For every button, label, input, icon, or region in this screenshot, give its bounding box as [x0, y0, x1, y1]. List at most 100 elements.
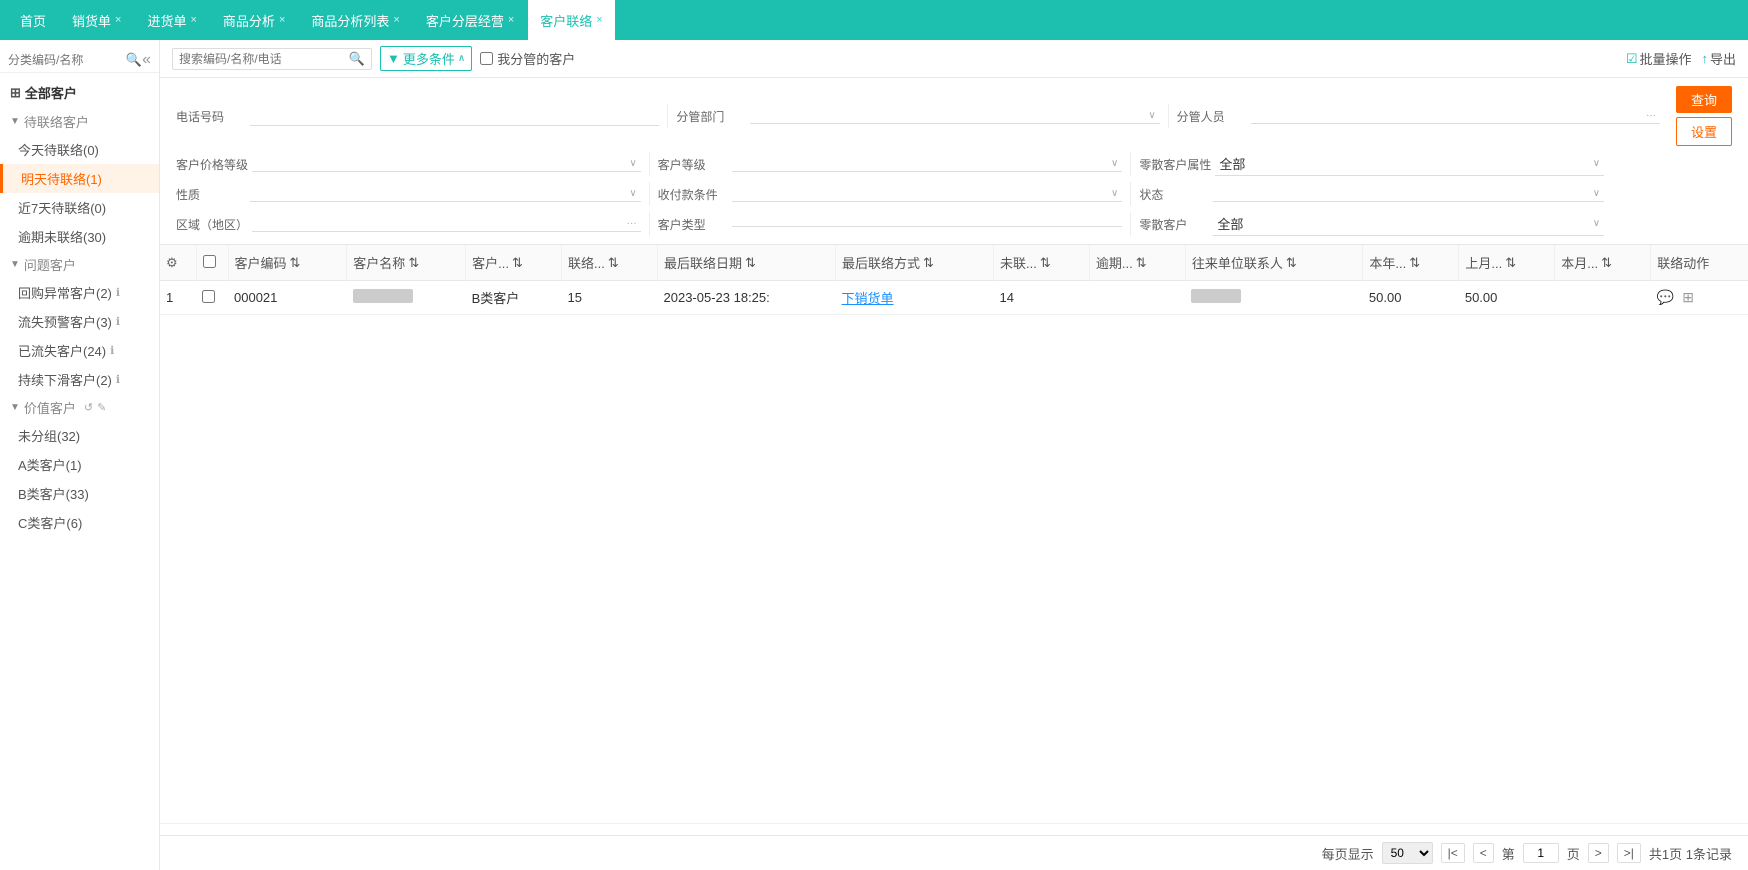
gear-icon[interactable]: ⚙ [166, 255, 178, 270]
next-page-button[interactable]: > [1588, 843, 1609, 863]
search-icon[interactable]: 🔍 [349, 51, 365, 67]
sort-contact-person[interactable]: 往来单位联系人 ⇅ [1192, 253, 1297, 272]
sidebar-group-pending[interactable]: ▼ 待联络客户 [0, 108, 159, 135]
sidebar-item-b-class[interactable]: B类客户(33) [0, 479, 159, 508]
scatter-customer-select[interactable]: 全部 ∨ [1213, 212, 1604, 236]
sidebar-all-customers[interactable]: ⊞ 全部客户 [0, 77, 159, 108]
sort-contact[interactable]: 联络... ⇅ [568, 253, 619, 272]
sort-icon: ⇅ [1601, 255, 1612, 271]
more-icon: ··· [627, 218, 637, 229]
sidebar-item-churned[interactable]: 已流失客户(24) ℹ [0, 336, 159, 365]
sort-no-contact[interactable]: 未联... ⇅ [1000, 253, 1051, 272]
cell-this-month [1555, 281, 1651, 315]
prev-page-button[interactable]: < [1473, 843, 1494, 863]
sort-icon: ⇅ [1136, 255, 1147, 271]
content-area: 🔍 ▼ 更多条件 ∧ 我分管的客户 ☑ 批量操作 ↑ 导出 [160, 40, 1748, 870]
nav-product-analysis[interactable]: 商品分析 × [211, 0, 297, 40]
divider [667, 104, 668, 128]
sort-code[interactable]: 客户编码 ⇅ [235, 253, 301, 272]
query-button[interactable]: 查询 [1676, 86, 1732, 113]
sort-last-month[interactable]: 上月... ⇅ [1465, 253, 1516, 272]
nav-close-icon[interactable]: × [279, 14, 285, 26]
sidebar-item-today-contact[interactable]: 今天待联络(0) [0, 135, 159, 164]
sidebar-item-ungrouped[interactable]: 未分组(32) [0, 421, 159, 450]
sidebar-item-c-class[interactable]: C类客户(6) [0, 508, 159, 537]
price-level-select[interactable]: ∨ [252, 156, 641, 172]
sort-type[interactable]: 客户... ⇅ [472, 253, 523, 272]
total-label: 共1页 1条记录 [1649, 844, 1732, 863]
settings-button[interactable]: 设置 [1676, 117, 1732, 146]
nav-close-icon[interactable]: × [190, 14, 196, 26]
phone-input[interactable] [250, 107, 659, 126]
last-page-button[interactable]: >| [1617, 843, 1641, 863]
main-layout: 🔍 « ⊞ 全部客户 ▼ 待联络客户 今天待联络(0) 明天待联络(1) 近7天… [0, 40, 1748, 870]
sort-this-year[interactable]: 本年... ⇅ [1369, 253, 1420, 272]
chevron-down-icon: ∨ [1111, 188, 1118, 199]
sidebar-item-repurchase-abnormal[interactable]: 回购异常客户(2) ℹ [0, 278, 159, 307]
payment-select[interactable]: ∨ [732, 186, 1123, 202]
sidebar-group-problem[interactable]: ▼ 问题客户 [0, 251, 159, 278]
status-select[interactable]: ∨ [1213, 186, 1604, 202]
sidebar-search-icon[interactable]: 🔍 [126, 52, 142, 68]
nav-purchase-order[interactable]: 进货单 × [135, 0, 208, 40]
customer-type-select[interactable] [732, 222, 1123, 227]
nav-product-analysis-list[interactable]: 商品分析列表 × [299, 0, 411, 40]
table-row: 1 000021 B类客户 15 2023-05-23 18:25: 下销货单 [160, 281, 1748, 315]
nature-select[interactable]: ∨ [250, 186, 641, 202]
edit-icon[interactable]: ✎ [97, 401, 106, 414]
refresh-icon[interactable]: ↺ [84, 401, 93, 414]
sidebar-item-declining[interactable]: 持续下滑客户(2) ℹ [0, 365, 159, 394]
sort-last-type[interactable]: 最后联络方式 ⇅ [842, 253, 934, 272]
page-input[interactable] [1523, 843, 1559, 863]
nav-close-icon[interactable]: × [393, 14, 399, 26]
sidebar-collapse-button[interactable]: « [142, 52, 151, 68]
sidebar-item-7day-contact[interactable]: 近7天待联络(0) [0, 193, 159, 222]
customer-level-select[interactable]: ∨ [732, 156, 1123, 172]
cell-contact-count: 15 [562, 281, 658, 315]
sort-last-date[interactable]: 最后联络日期 ⇅ [664, 253, 756, 272]
sidebar-item-overdue-contact[interactable]: 逾期未联络(30) [0, 222, 159, 251]
sidebar-item-churn-warning[interactable]: 流失预警客户(3) ℹ [0, 307, 159, 336]
qr-icon[interactable]: ⊞ [1682, 289, 1694, 306]
nav-home[interactable]: 首页 [8, 0, 58, 40]
sort-this-month[interactable]: 本月... ⇅ [1561, 253, 1612, 272]
export-button[interactable]: ↑ 导出 [1701, 49, 1736, 68]
sidebar-item-a-class[interactable]: A类客户(1) [0, 450, 159, 479]
sidebar-item-tomorrow-contact[interactable]: 明天待联络(1) [0, 164, 159, 193]
search-input[interactable] [179, 52, 349, 66]
nav-sales-order[interactable]: 销货单 × [60, 0, 133, 40]
more-icon: ··· [1646, 110, 1656, 121]
message-icon[interactable]: 💬 [1657, 289, 1674, 306]
sort-icon: ⇅ [1505, 255, 1516, 271]
divider [1130, 182, 1131, 206]
sort-name[interactable]: 客户名称 ⇅ [353, 253, 419, 272]
region-select[interactable]: ··· [252, 216, 641, 232]
divider [649, 182, 650, 206]
nav-customer-contact[interactable]: 客户联络 × [528, 0, 614, 40]
export-icon: ↑ [1701, 51, 1708, 66]
per-page-select[interactable]: 50 20 100 [1382, 842, 1433, 864]
page-unit: 页 [1567, 844, 1580, 863]
sidebar-search-input[interactable] [8, 53, 126, 67]
my-customers-checkbox[interactable] [480, 52, 493, 65]
nav-close-icon[interactable]: × [596, 14, 602, 26]
sort-icon: ⇅ [1040, 255, 1051, 271]
sidebar-group-value[interactable]: ▼ 价值客户 ↺ ✎ [0, 394, 159, 421]
last-contact-type-link[interactable]: 下销货单 [842, 291, 894, 306]
manager-select[interactable]: ··· [1251, 108, 1660, 124]
scatter-attr-select[interactable]: 全部 ∨ [1215, 152, 1604, 176]
first-page-button[interactable]: |< [1441, 843, 1465, 863]
select-all-checkbox[interactable] [203, 255, 216, 268]
nav-customer-tier[interactable]: 客户分层经营 × [414, 0, 526, 40]
nav-close-icon[interactable]: × [508, 14, 514, 26]
row-checkbox[interactable] [202, 290, 215, 303]
sort-overdue[interactable]: 逾期... ⇅ [1096, 253, 1147, 272]
horizontal-scrollbar[interactable] [160, 823, 1748, 835]
cell-name[interactable] [347, 281, 466, 315]
divider [1130, 212, 1131, 236]
nav-close-icon[interactable]: × [115, 14, 121, 26]
more-conditions-button[interactable]: ▼ 更多条件 ∧ [380, 46, 472, 71]
batch-operation-button[interactable]: ☑ 批量操作 [1626, 49, 1692, 68]
scrollbar-inner [160, 824, 960, 832]
dept-select[interactable]: ∨ [750, 108, 1159, 124]
